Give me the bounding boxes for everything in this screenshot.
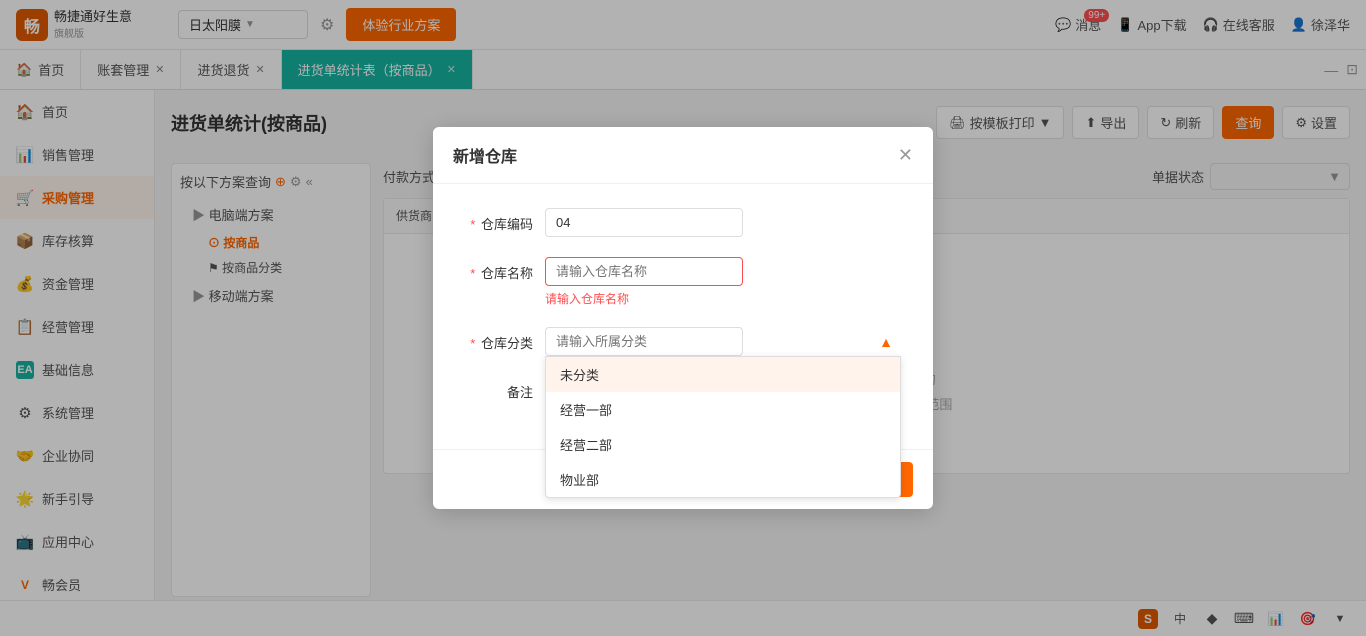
modal-close-icon[interactable]: ✕ — [898, 145, 913, 166]
note-label-text: 备注 — [507, 385, 533, 400]
name-error-text: 请输入仓库名称 — [545, 290, 901, 307]
category-option-property-label: 物业部 — [560, 473, 599, 488]
code-label-text: 仓库编码 — [481, 217, 533, 232]
code-label: * 仓库编码 — [465, 208, 545, 233]
category-option-unclassified[interactable]: 未分类 — [546, 357, 900, 392]
category-arrow-icon[interactable]: ▲ — [879, 334, 893, 350]
warehouse-category-input[interactable] — [545, 327, 743, 356]
category-input-wrap: ▲ 未分类 经营一部 经营二部 物业部 — [545, 327, 901, 356]
modal-overlay: 新增仓库 ✕ * 仓库编码 * 仓库名称 — [0, 0, 1366, 636]
modal-header: 新增仓库 ✕ — [433, 127, 933, 184]
note-label: 备注 — [465, 376, 545, 401]
category-option-unclassified-label: 未分类 — [560, 368, 599, 383]
modal-body: * 仓库编码 * 仓库名称 请输入仓库名称 — [433, 184, 933, 449]
code-input-wrap — [545, 208, 901, 237]
name-input-wrap: 请输入仓库名称 — [545, 257, 901, 307]
category-option-dept1[interactable]: 经营一部 — [546, 392, 900, 427]
warehouse-name-input[interactable] — [545, 257, 743, 286]
category-dropdown: 未分类 经营一部 经营二部 物业部 — [545, 356, 901, 498]
new-warehouse-modal: 新增仓库 ✕ * 仓库编码 * 仓库名称 — [433, 127, 933, 509]
category-label-text: 仓库分类 — [481, 336, 533, 351]
form-row-name: * 仓库名称 请输入仓库名称 — [465, 257, 901, 307]
category-option-dept1-label: 经营一部 — [560, 403, 612, 418]
category-option-property[interactable]: 物业部 — [546, 462, 900, 497]
warehouse-code-input[interactable] — [545, 208, 743, 237]
name-label: * 仓库名称 — [465, 257, 545, 282]
category-label: * 仓库分类 — [465, 327, 545, 352]
form-row-category: * 仓库分类 ▲ 未分类 经营一部 经营二部 — [465, 327, 901, 356]
name-label-text: 仓库名称 — [481, 266, 533, 281]
form-row-code: * 仓库编码 — [465, 208, 901, 237]
modal-title: 新增仓库 — [453, 143, 517, 167]
category-option-dept2-label: 经营二部 — [560, 438, 612, 453]
category-option-dept2[interactable]: 经营二部 — [546, 427, 900, 462]
